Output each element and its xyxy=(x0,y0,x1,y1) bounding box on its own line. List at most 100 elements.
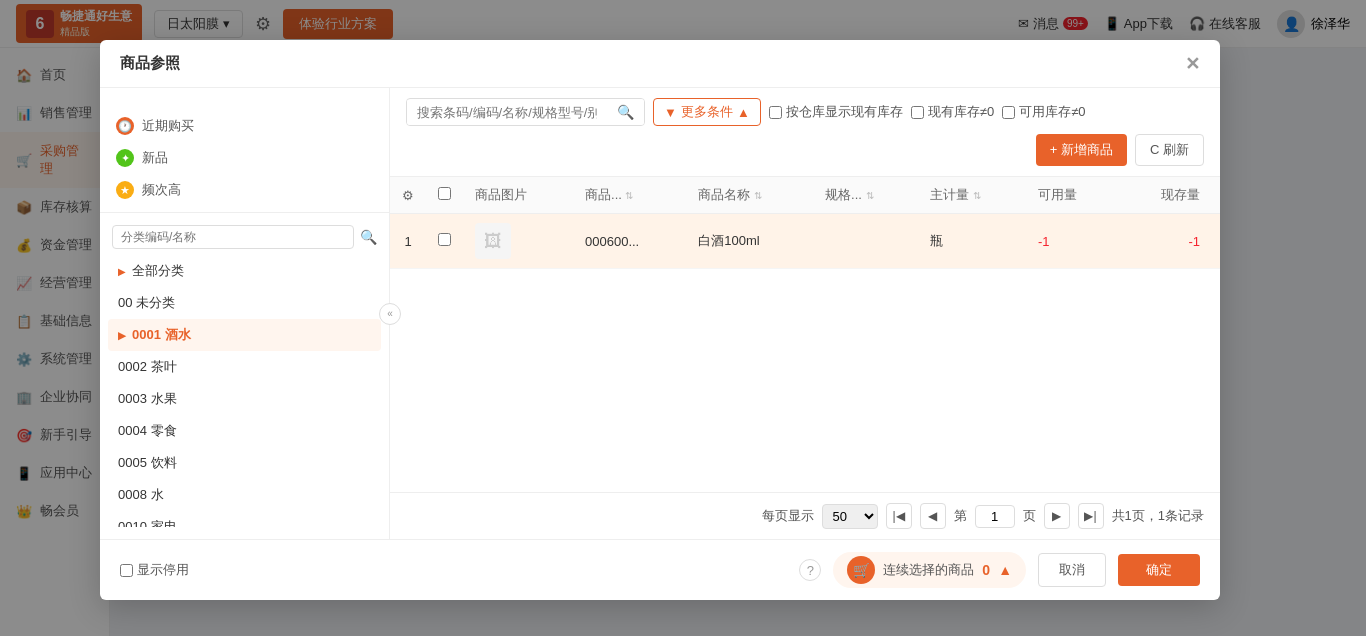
show-disabled-label: 显示停用 xyxy=(137,561,189,579)
sort-icon: ⇅ xyxy=(754,190,762,201)
product-table: ⚙ 商品图片 商品... ⇅ 商品名称 ⇅ 规格... ⇅ 主计量 ⇅ 可用量 … xyxy=(390,177,1220,269)
dialog-header: 商品参照 ✕ xyxy=(100,40,1220,88)
category-0001[interactable]: ▶ 0001 酒水 xyxy=(108,319,381,351)
category-list: ▶ 全部分类 00 未分类 ▶ 0001 酒水 0002 茶叶 0003 水果 xyxy=(100,255,389,527)
sort-icon: ⇅ xyxy=(866,190,874,201)
checkbox-usable-label: 可用库存≠0 xyxy=(1019,103,1085,121)
modal-overlay: 商品参照 ✕ 🕐 近期购买 ✦ 新品 ★ xyxy=(0,0,1366,636)
more-conditions-label: 更多条件 xyxy=(681,103,733,121)
category-0010[interactable]: 0010 家电 xyxy=(108,511,381,527)
total-info: 共1页，1条记录 xyxy=(1112,507,1204,525)
category-all-label: 全部分类 xyxy=(132,262,184,280)
quick-item-new[interactable]: ✦ 新品 xyxy=(100,142,389,174)
cancel-btn[interactable]: 取消 xyxy=(1038,553,1106,587)
quick-item-recent-label: 近期购买 xyxy=(142,117,194,135)
chevron-up-icon: ▲ xyxy=(737,105,750,120)
cell-name: 白酒100ml xyxy=(686,214,813,269)
category-0005-label: 0005 饮料 xyxy=(118,454,177,472)
product-search-btn[interactable]: 🔍 xyxy=(607,99,644,125)
category-0010-label: 0010 家电 xyxy=(118,518,177,527)
page-size-label: 每页显示 xyxy=(762,507,814,525)
pagination-bar: 每页显示 50 10 20 100 |◀ ◀ 第 页 ▶ ▶| 共1页，1条记录 xyxy=(390,492,1220,539)
row-checkbox[interactable] xyxy=(438,233,451,246)
product-reference-dialog: 商品参照 ✕ 🕐 近期购买 ✦ 新品 ★ xyxy=(100,40,1220,600)
select-all-checkbox[interactable] xyxy=(438,187,451,200)
clock-icon: 🕐 xyxy=(116,117,134,135)
product-image: 🖼 xyxy=(475,223,511,259)
page-unit: 页 xyxy=(1023,507,1036,525)
chevron-up-icon[interactable]: ▲ xyxy=(998,562,1012,578)
cell-checkbox[interactable] xyxy=(426,214,463,269)
category-0002[interactable]: 0002 茶叶 xyxy=(108,351,381,383)
dialog-close-btn[interactable]: ✕ xyxy=(1185,55,1200,73)
category-0005[interactable]: 0005 饮料 xyxy=(108,447,381,479)
col-code[interactable]: 商品... ⇅ xyxy=(573,177,686,214)
checkbox-by-warehouse-input[interactable] xyxy=(769,106,782,119)
first-page-btn[interactable]: |◀ xyxy=(886,503,912,529)
category-search-input[interactable] xyxy=(112,225,354,249)
quick-item-recent[interactable]: 🕐 近期购买 xyxy=(100,110,389,142)
footer-right: ? 🛒 连续选择的商品 0 ▲ 取消 确定 xyxy=(799,552,1200,588)
cart-count: 0 xyxy=(982,562,990,578)
show-disabled-checkbox[interactable]: 显示停用 xyxy=(120,561,189,579)
cell-image: 🖼 xyxy=(463,214,573,269)
col-spec[interactable]: 规格... ⇅ xyxy=(813,177,918,214)
cell-spec xyxy=(813,214,918,269)
left-panel: 🕐 近期购买 ✦ 新品 ★ 频次高 🔍 xyxy=(100,88,390,539)
show-disabled-input[interactable] xyxy=(120,564,133,577)
table-row[interactable]: 1 🖼 000600... 白酒100ml 瓶 -1 -1 xyxy=(390,214,1220,269)
category-0004[interactable]: 0004 零食 xyxy=(108,415,381,447)
col-unit[interactable]: 主计量 ⇅ xyxy=(918,177,1026,214)
cell-code: 000600... xyxy=(573,214,686,269)
col-current: 现存量 xyxy=(1117,177,1220,214)
panel-collapse-btn[interactable]: « xyxy=(379,303,401,325)
checkbox-usable[interactable]: 可用库存≠0 xyxy=(1002,103,1085,121)
table-header-row: ⚙ 商品图片 商品... ⇅ 商品名称 ⇅ 规格... ⇅ 主计量 ⇅ 可用量 … xyxy=(390,177,1220,214)
checkbox-available-label: 现有库存≠0 xyxy=(928,103,994,121)
quick-item-freq[interactable]: ★ 频次高 xyxy=(100,174,389,206)
cart-area[interactable]: 🛒 连续选择的商品 0 ▲ xyxy=(833,552,1026,588)
add-product-btn[interactable]: + 新增商品 xyxy=(1036,134,1127,166)
help-icon[interactable]: ? xyxy=(799,559,821,581)
right-panel: 🔍 ▼ 更多条件 ▲ 按仓库显示现有库存 现有库存≠0 xyxy=(390,88,1220,539)
arrow-icon: ▶ xyxy=(118,266,126,277)
category-0004-label: 0004 零食 xyxy=(118,422,177,440)
last-page-btn[interactable]: ▶| xyxy=(1078,503,1104,529)
product-search-box: 🔍 xyxy=(406,98,645,126)
category-0008[interactable]: 0008 水 xyxy=(108,479,381,511)
left-panel-top xyxy=(100,100,389,110)
sort-icon: ⇅ xyxy=(973,190,981,201)
arrow-icon: ▶ xyxy=(118,330,126,341)
col-name[interactable]: 商品名称 ⇅ xyxy=(686,177,813,214)
category-search-area: 🔍 xyxy=(100,219,389,255)
next-page-btn[interactable]: ▶ xyxy=(1044,503,1070,529)
cart-text-label: 连续选择的商品 xyxy=(883,561,974,579)
page-size-select[interactable]: 50 10 20 100 xyxy=(822,504,878,529)
cell-no: 1 xyxy=(390,214,426,269)
more-conditions-btn[interactable]: ▼ 更多条件 ▲ xyxy=(653,98,761,126)
col-settings[interactable]: ⚙ xyxy=(390,177,426,214)
checkbox-by-warehouse[interactable]: 按仓库显示现有库存 xyxy=(769,103,903,121)
new-icon: ✦ xyxy=(116,149,134,167)
checkbox-available-input[interactable] xyxy=(911,106,924,119)
cart-icon: 🛒 xyxy=(847,556,875,584)
category-0003-label: 0003 水果 xyxy=(118,390,177,408)
checkbox-usable-input[interactable] xyxy=(1002,106,1015,119)
prev-page-btn[interactable]: ◀ xyxy=(920,503,946,529)
cell-usable: -1 xyxy=(1026,214,1117,269)
product-search-input[interactable] xyxy=(407,100,607,125)
col-usable: 可用量 xyxy=(1026,177,1117,214)
category-0003[interactable]: 0003 水果 xyxy=(108,383,381,415)
page-number-input[interactable] xyxy=(975,505,1015,528)
checkbox-available[interactable]: 现有库存≠0 xyxy=(911,103,994,121)
confirm-btn[interactable]: 确定 xyxy=(1118,554,1200,586)
category-0008-label: 0008 水 xyxy=(118,486,164,504)
category-all[interactable]: ▶ 全部分类 xyxy=(108,255,381,287)
quick-item-new-label: 新品 xyxy=(142,149,168,167)
category-search-icon[interactable]: 🔍 xyxy=(360,229,377,245)
refresh-btn[interactable]: C 刷新 xyxy=(1135,134,1204,166)
category-00-label: 00 未分类 xyxy=(118,294,175,312)
category-00[interactable]: 00 未分类 xyxy=(108,287,381,319)
data-table: ⚙ 商品图片 商品... ⇅ 商品名称 ⇅ 规格... ⇅ 主计量 ⇅ 可用量 … xyxy=(390,177,1220,492)
col-image: 商品图片 xyxy=(463,177,573,214)
